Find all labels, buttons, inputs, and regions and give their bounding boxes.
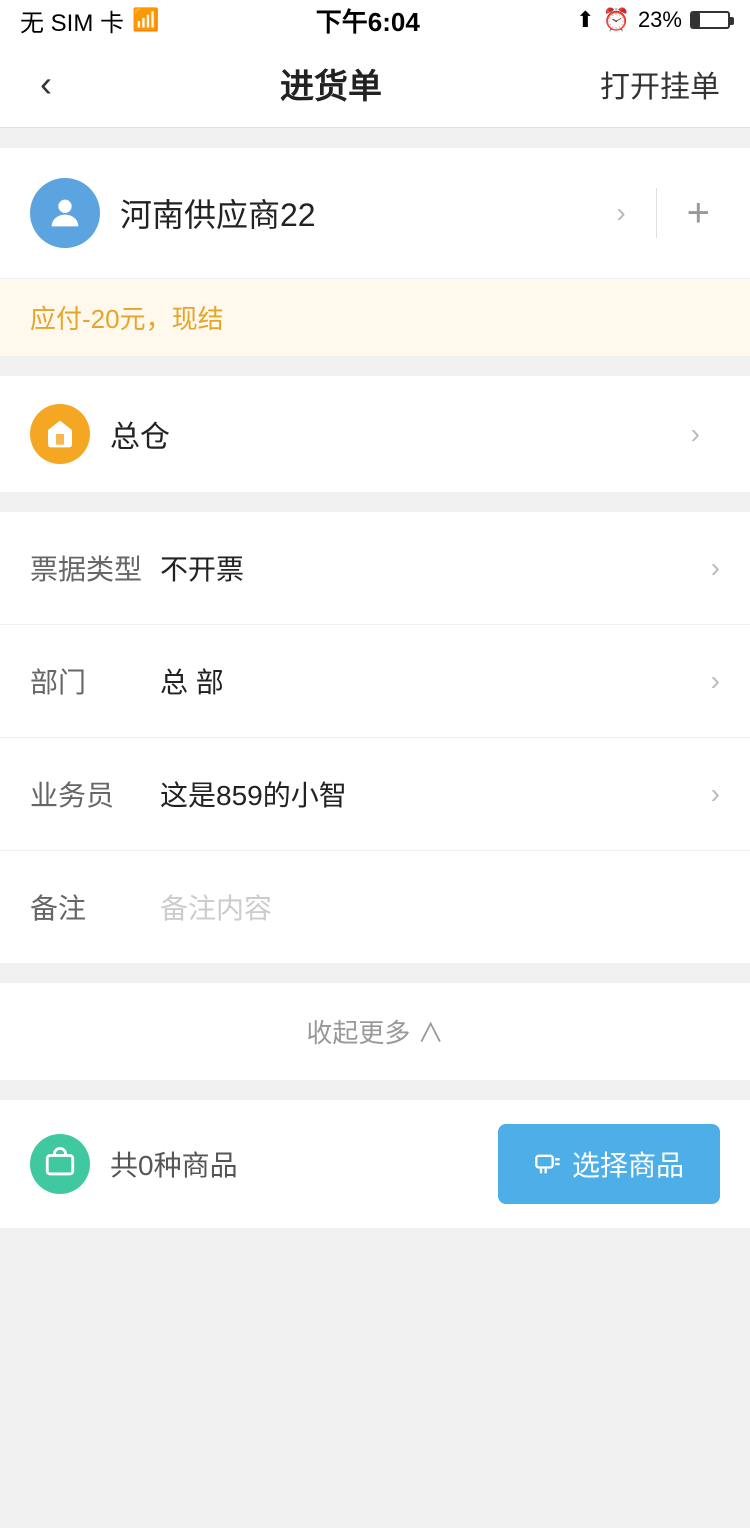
add-supplier-button[interactable]: + xyxy=(667,181,720,246)
invoice-value: 不开票 xyxy=(160,548,711,588)
staff-row[interactable]: 业务员 这是859的小智 › xyxy=(0,738,750,851)
dept-row[interactable]: 部门 总 部 › xyxy=(0,625,750,738)
wifi-icon: 📶 xyxy=(132,7,159,33)
bottom-bar: 共0种商品 选择商品 xyxy=(0,1100,750,1228)
notice-text: 应付-20元，现结 xyxy=(30,304,224,334)
form-section: 票据类型 不开票 › 部门 总 部 › 业务员 这是859的小智 › 备注 备注… xyxy=(0,512,750,963)
collapse-row[interactable]: 收起更多 ∧ xyxy=(0,983,750,1080)
dept-value: 总 部 xyxy=(160,661,711,701)
collapse-text: 收起更多 ∧ xyxy=(306,1013,443,1050)
time-text: 下午6:04 xyxy=(316,2,420,39)
supplier-main[interactable]: 河南供应商22 › xyxy=(30,148,646,278)
back-button[interactable]: ‹ xyxy=(30,53,62,115)
warehouse-icon xyxy=(44,418,76,450)
product-count-text: 共0种商品 xyxy=(110,1144,478,1184)
remark-label: 备注 xyxy=(30,887,160,927)
cart-icon xyxy=(43,1147,77,1181)
invoice-label: 票据类型 xyxy=(30,548,160,588)
notice-bar: 应付-20元，现结 xyxy=(0,279,750,356)
remark-placeholder: 备注内容 xyxy=(160,887,720,927)
warehouse-name: 总仓 xyxy=(110,412,691,456)
warehouse-chevron-icon: › xyxy=(691,418,700,450)
supplier-avatar xyxy=(30,178,100,248)
carrier-text: 无 SIM 卡 xyxy=(20,3,124,38)
remark-row[interactable]: 备注 备注内容 xyxy=(0,851,750,963)
invoice-row[interactable]: 票据类型 不开票 › xyxy=(0,512,750,625)
status-right: ⬆ ⏰ 23% xyxy=(576,7,730,33)
select-product-button[interactable]: 选择商品 xyxy=(498,1124,720,1204)
warehouse-icon-wrap xyxy=(30,404,90,464)
supplier-name: 河南供应商22 xyxy=(120,190,616,236)
dept-chevron-icon: › xyxy=(711,665,720,697)
dept-label: 部门 xyxy=(30,661,160,701)
nav-bar: ‹ 进货单 打开挂单 xyxy=(0,40,750,128)
supplier-chevron-icon: › xyxy=(616,197,625,229)
section-gap-1 xyxy=(0,128,750,148)
staff-label: 业务员 xyxy=(30,774,160,814)
page-title: 进货单 xyxy=(280,59,382,108)
vertical-divider xyxy=(656,188,657,238)
battery-percent: 23% xyxy=(638,7,682,33)
warehouse-section[interactable]: 总仓 › xyxy=(0,376,750,492)
status-left: 无 SIM 卡 📶 xyxy=(20,3,159,38)
staff-chevron-icon: › xyxy=(711,778,720,810)
supplier-section: 河南供应商22 › + xyxy=(0,148,750,279)
product-count-icon-wrap xyxy=(30,1134,90,1194)
alarm-icon: ⏰ xyxy=(603,7,630,33)
location-icon: ⬆ xyxy=(576,7,594,33)
invoice-chevron-icon: › xyxy=(711,552,720,584)
content-area xyxy=(0,1228,750,1528)
staff-value: 这是859的小智 xyxy=(160,774,711,814)
select-product-icon xyxy=(534,1150,562,1178)
status-bar: 无 SIM 卡 📶 下午6:04 ⬆ ⏰ 23% xyxy=(0,0,750,40)
select-product-label: 选择商品 xyxy=(572,1144,684,1184)
open-pending-button[interactable]: 打开挂单 xyxy=(600,62,720,106)
battery-icon xyxy=(690,11,730,29)
person-icon xyxy=(45,193,85,233)
